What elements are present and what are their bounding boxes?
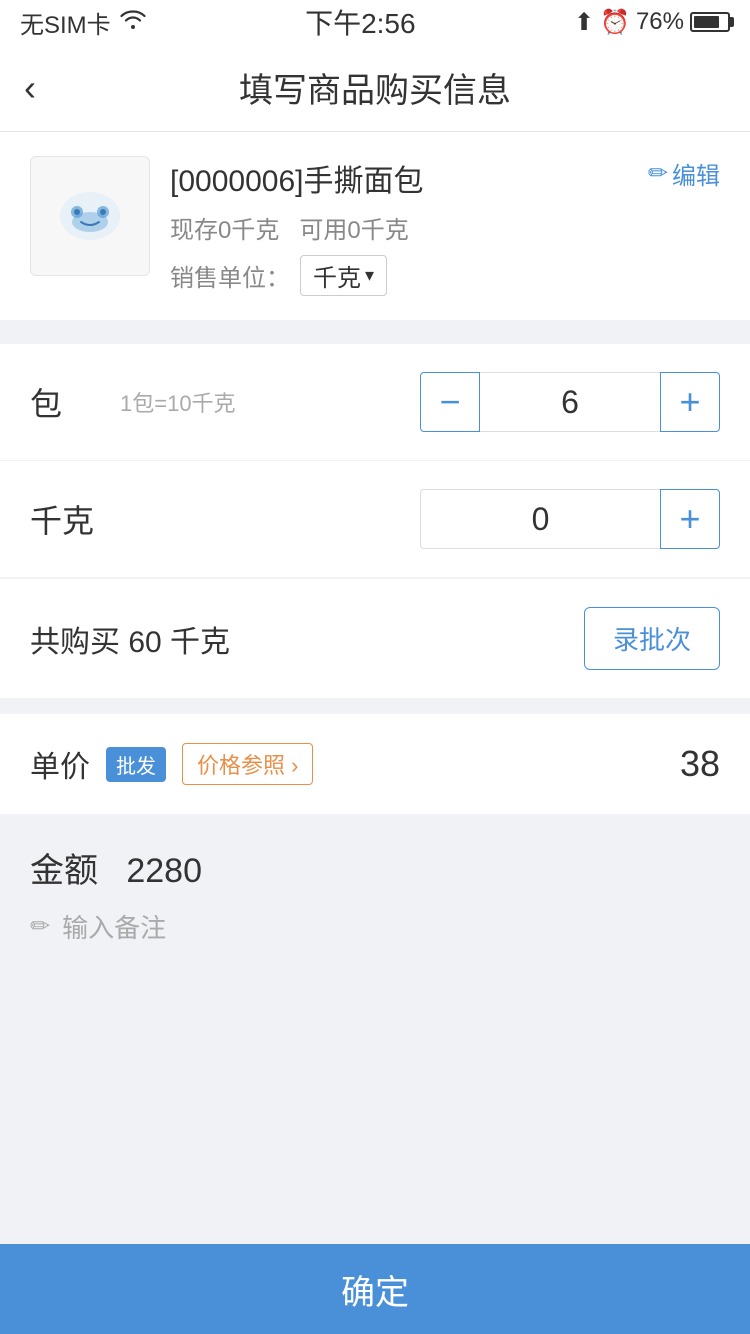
status-right: ⬆ ⏰ 76% xyxy=(574,8,730,37)
kg-label: 千克 xyxy=(30,496,110,542)
package-label: 包 xyxy=(30,379,110,425)
package-sublabel: 1包=10千克 xyxy=(120,386,236,418)
product-name: [0000006]手撕面包 xyxy=(170,156,423,200)
price-label: 单价 xyxy=(30,742,90,786)
nav-bar: ‹ 填写商品购买信息 xyxy=(0,44,750,132)
product-thumbnail xyxy=(30,156,150,276)
price-ref-button[interactable]: 价格参照 › xyxy=(182,743,313,785)
confirm-bar[interactable]: 确定 xyxy=(0,1244,750,1334)
chevron-down-icon: ▾ xyxy=(365,265,374,286)
carrier-label: 无SIM卡 xyxy=(20,5,111,40)
product-info: [0000006]手撕面包 ✏ 编辑 现存0千克 可用0千克 销售单位： 千克 … xyxy=(170,156,720,296)
status-left: 无SIM卡 xyxy=(20,5,147,40)
time-display: 下午2:56 xyxy=(305,2,416,42)
product-unit-row: 销售单位： 千克 ▾ xyxy=(170,255,720,296)
package-decrement-button[interactable]: − xyxy=(420,372,480,432)
price-section: 单价 批发 价格参照 › 38 xyxy=(0,714,750,815)
amount-section: 金额 2280 ✏ 输入备注 xyxy=(0,815,750,965)
product-stock: 现存0千克 可用0千克 xyxy=(170,210,720,245)
price-value: 38 xyxy=(680,743,720,785)
summary-row: 共购买 60 千克 录批次 xyxy=(0,578,750,698)
empty-space xyxy=(0,965,750,1245)
kg-increment-button[interactable]: + xyxy=(660,489,720,549)
kg-row: 千克 + xyxy=(0,461,750,578)
note-placeholder[interactable]: 输入备注 xyxy=(62,908,166,945)
price-row: 单价 批发 价格参照 › 38 xyxy=(30,742,720,786)
section-separator-1 xyxy=(0,328,750,344)
package-increment-button[interactable]: + xyxy=(660,372,720,432)
batch-button[interactable]: 录批次 xyxy=(584,607,720,670)
alarm-icon: ⏰ xyxy=(600,8,630,37)
note-row[interactable]: ✏ 输入备注 xyxy=(30,908,720,965)
edit-button[interactable]: ✏ 编辑 xyxy=(648,156,720,191)
unit-select[interactable]: 千克 ▾ xyxy=(300,255,387,296)
battery-percent: 76% xyxy=(636,8,684,36)
pencil-icon: ✏ xyxy=(30,912,50,941)
edit-icon: ✏ xyxy=(648,159,668,188)
price-badge: 批发 xyxy=(106,747,166,782)
summary-text: 共购买 60 千克 xyxy=(30,617,230,661)
package-row: 包 1包=10千克 − + xyxy=(0,344,750,461)
confirm-button[interactable]: 确定 xyxy=(341,1265,409,1314)
wifi-icon xyxy=(119,8,147,36)
kg-qty-control: + xyxy=(420,489,720,549)
section-separator-2 xyxy=(0,698,750,714)
package-qty-control: − + xyxy=(420,372,720,432)
product-card: [0000006]手撕面包 ✏ 编辑 现存0千克 可用0千克 销售单位： 千克 … xyxy=(0,132,750,328)
page-title: 填写商品购买信息 xyxy=(239,63,511,112)
back-button[interactable]: ‹ xyxy=(24,67,36,109)
location-icon: ⬆ xyxy=(574,8,594,37)
package-qty-input[interactable] xyxy=(480,372,660,432)
battery-icon xyxy=(690,12,730,32)
amount-row: 金额 2280 xyxy=(30,843,720,892)
kg-qty-input[interactable] xyxy=(420,489,660,549)
status-bar: 无SIM卡 下午2:56 ⬆ ⏰ 76% xyxy=(0,0,750,44)
